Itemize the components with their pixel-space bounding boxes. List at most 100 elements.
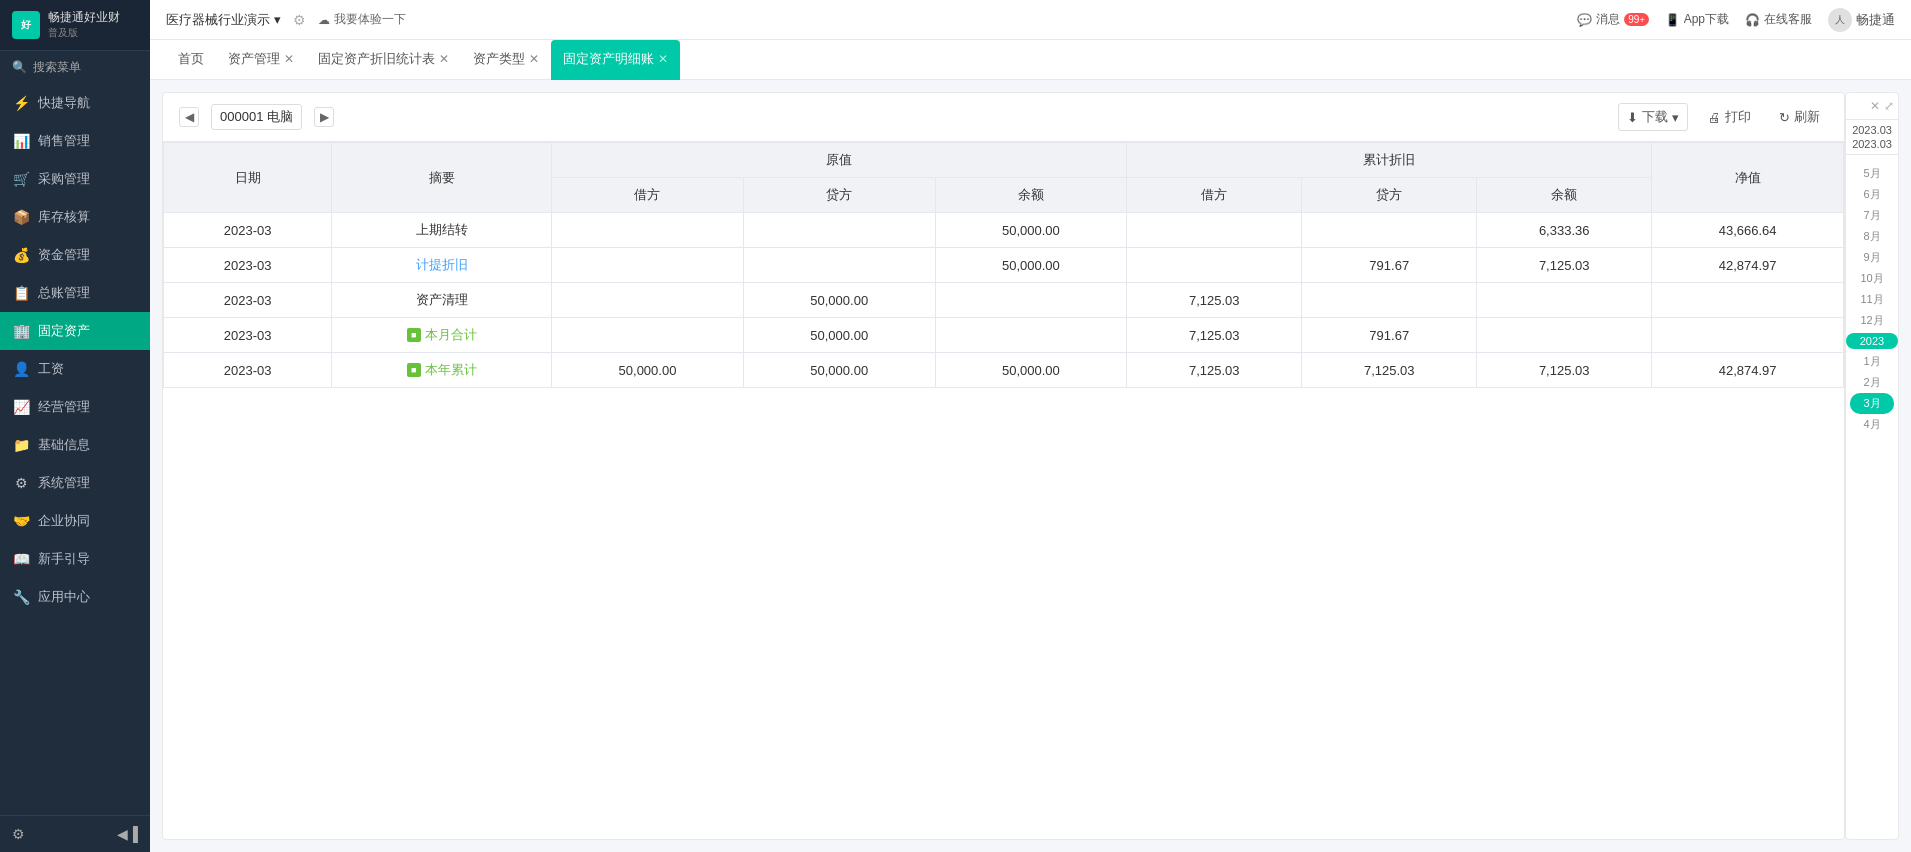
sidebar-item-purchase[interactable]: 🛒 采购管理: [0, 160, 150, 198]
refresh-button[interactable]: ↻ 刷新: [1771, 104, 1828, 130]
refresh-label: 刷新: [1794, 108, 1820, 126]
cell-desc: 资产清理: [332, 283, 552, 318]
sidebar-item-management[interactable]: 📈 经营管理: [0, 388, 150, 426]
tab-close-icon[interactable]: ✕: [658, 52, 668, 66]
sidebar-item-label: 采购管理: [38, 170, 90, 188]
cloud-icon: ☁: [318, 13, 330, 27]
cell-date: 2023-03: [164, 213, 332, 248]
company-selector[interactable]: 医疗器械行业演示 ▾: [166, 11, 281, 29]
finance-icon: 💰: [12, 247, 30, 263]
fixed-assets-icon: 🏢: [12, 323, 30, 339]
expand-panel-icon[interactable]: ⤢: [1884, 99, 1894, 113]
cell-ljzj_ye: 7,125.03: [1477, 248, 1652, 283]
sidebar-item-label: 固定资产: [38, 322, 90, 340]
user-menu[interactable]: 人 畅捷通: [1828, 8, 1895, 32]
sidebar-item-collab[interactable]: 🤝 企业协同: [0, 502, 150, 540]
online-service-button[interactable]: 🎧 在线客服: [1745, 11, 1812, 28]
settings-button[interactable]: ⚙: [12, 826, 25, 842]
cell-yuanzhi_jf: [552, 213, 744, 248]
timeline-month[interactable]: 5月: [1846, 163, 1898, 184]
cell-yuanzhi_df: 50,000.00: [743, 353, 935, 388]
purchase-icon: 🛒: [12, 171, 30, 187]
message-label: 消息: [1596, 11, 1620, 28]
sidebar-item-guide[interactable]: 📖 新手引导: [0, 540, 150, 578]
collab-icon: 🤝: [12, 513, 30, 529]
salary-icon: 👤: [12, 361, 30, 377]
sidebar-item-sales[interactable]: 📊 销售管理: [0, 122, 150, 160]
cell-desc[interactable]: 计提折旧: [332, 248, 552, 283]
topbar: 医疗器械行业演示 ▾ ⚙ ☁ 我要体验一下 💬 消息 99+ 📱 App下载 🎧…: [150, 0, 1911, 40]
management-icon: 📈: [12, 399, 30, 415]
cell-date: 2023-03: [164, 283, 332, 318]
timeline-month[interactable]: 9月: [1846, 247, 1898, 268]
user-name: 畅捷通: [1856, 11, 1895, 29]
sidebar-item-ledger[interactable]: 📋 总账管理: [0, 274, 150, 312]
tab-depreciation-stats[interactable]: 固定资产折旧统计表 ✕: [306, 40, 461, 80]
timeline-month[interactable]: 3月: [1850, 393, 1894, 414]
sidebar-item-salary[interactable]: 👤 工资: [0, 350, 150, 388]
close-panel-icon[interactable]: ✕: [1870, 99, 1880, 113]
timeline-month[interactable]: 11月: [1846, 289, 1898, 310]
timeline-month[interactable]: 12月: [1846, 310, 1898, 331]
timeline-month[interactable]: 7月: [1846, 205, 1898, 226]
sidebar-item-basic-info[interactable]: 📁 基础信息: [0, 426, 150, 464]
download-button[interactable]: ⬇ 下载 ▾: [1618, 103, 1688, 131]
cell-yuanzhi_df: [743, 248, 935, 283]
sidebar-item-finance[interactable]: 💰 资金管理: [0, 236, 150, 274]
cell-yuanzhi_jf: 50,000.00: [552, 353, 744, 388]
sidebar-item-system[interactable]: ⚙ 系统管理: [0, 464, 150, 502]
sidebar-item-inventory[interactable]: 📦 库存核算: [0, 198, 150, 236]
timeline-month[interactable]: 2月: [1846, 372, 1898, 393]
sidebar-item-quicknav[interactable]: ⚡ 快捷导航: [0, 84, 150, 122]
cell-jingzhi: [1652, 283, 1844, 318]
cell-ljzj_df: [1302, 283, 1477, 318]
tab-asset-mgmt[interactable]: 资产管理 ✕: [216, 40, 306, 80]
prev-asset-button[interactable]: ◀: [179, 107, 199, 127]
tab-fixed-asset-detail[interactable]: 固定资产明细账 ✕: [551, 40, 680, 80]
mobile-icon: 📱: [1665, 13, 1680, 27]
tab-close-icon[interactable]: ✕: [529, 52, 539, 66]
sidebar-item-label: 应用中心: [38, 588, 90, 606]
cell-ljzj_jf: [1127, 248, 1302, 283]
message-button[interactable]: 💬 消息 99+: [1577, 11, 1648, 28]
timeline-month[interactable]: 4月: [1846, 414, 1898, 435]
cell-yuanzhi_ye: 50,000.00: [935, 213, 1127, 248]
timeline-month[interactable]: 1月: [1846, 351, 1898, 372]
timeline-month[interactable]: 10月: [1846, 268, 1898, 289]
app-download-button[interactable]: 📱 App下载: [1665, 11, 1729, 28]
col-yz-ye: 余额: [935, 178, 1127, 213]
message-badge: 99+: [1624, 13, 1648, 26]
timeline-panel: ✕ ⤢ 2023.03 2023.03 5月6月7月8月9月10月11月12月2…: [1845, 92, 1899, 840]
print-button[interactable]: 🖨 打印: [1700, 104, 1759, 130]
sidebar-item-appcenter[interactable]: 🔧 应用中心: [0, 578, 150, 616]
timeline-month[interactable]: 8月: [1846, 226, 1898, 247]
tabs-bar: 首页 资产管理 ✕ 固定资产折旧统计表 ✕ 资产类型 ✕ 固定资产明细账 ✕: [150, 40, 1911, 80]
tab-home[interactable]: 首页: [166, 40, 216, 80]
app-logo: 好: [12, 11, 40, 39]
tab-asset-type[interactable]: 资产类型 ✕: [461, 40, 551, 80]
next-asset-button[interactable]: ▶: [314, 107, 334, 127]
cell-ljzj_df: 7,125.03: [1302, 353, 1477, 388]
cell-yuanzhi_df: [743, 213, 935, 248]
collapse-button[interactable]: ◀▐: [117, 826, 138, 842]
tab-close-icon[interactable]: ✕: [284, 52, 294, 66]
cell-yuanzhi_ye: 50,000.00: [935, 248, 1127, 283]
timeline-month[interactable]: 6月: [1846, 184, 1898, 205]
experience-btn[interactable]: ☁ 我要体验一下: [318, 11, 406, 28]
app-title: 畅捷通好业财: [48, 10, 120, 26]
cell-yuanzhi_df: 50,000.00: [743, 318, 935, 353]
app-edition: 普及版: [48, 26, 120, 40]
tab-close-icon[interactable]: ✕: [439, 52, 449, 66]
cell-ljzj_ye: [1477, 318, 1652, 353]
data-table-wrap: 日期 摘要 原值 累计折旧 净值 借方 贷方 余额 借方 贷方 余额: [163, 142, 1844, 839]
sidebar-item-label: 工资: [38, 360, 64, 378]
cell-jingzhi: 43,666.64: [1652, 213, 1844, 248]
cell-yuanzhi_jf: [552, 318, 744, 353]
cell-jingzhi: 42,874.97: [1652, 353, 1844, 388]
sidebar-item-fixed-assets[interactable]: 🏢 固定资产: [0, 312, 150, 350]
sidebar-item-label: 企业协同: [38, 512, 90, 530]
sidebar-search[interactable]: 🔍 搜索菜单: [0, 51, 150, 84]
cell-date: 2023-03: [164, 353, 332, 388]
settings-icon[interactable]: ⚙: [293, 12, 306, 28]
main-panel: ◀ 000001 电脑 ▶ ⬇ 下载 ▾ 🖨 打印 ↻ 刷新: [162, 92, 1845, 840]
